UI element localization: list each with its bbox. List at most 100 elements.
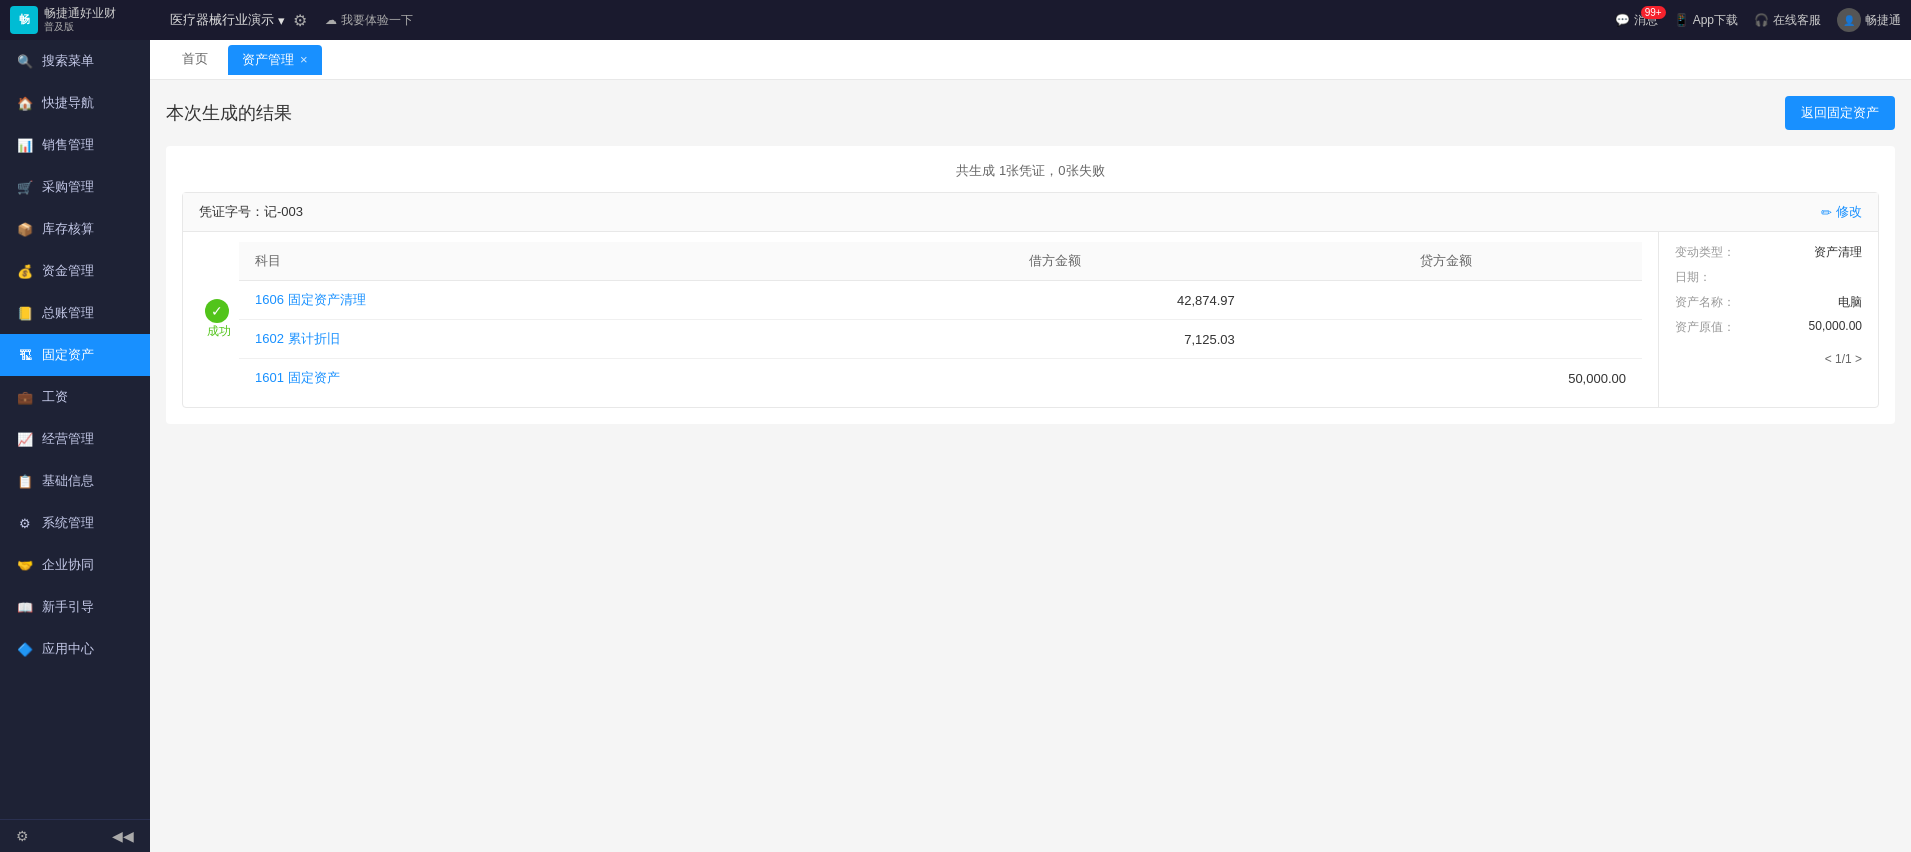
sidebar-item-label-sales: 销售管理 bbox=[42, 136, 94, 154]
sidebar-item-label-quicknav: 快捷导航 bbox=[42, 94, 94, 112]
sidebar-item-fund[interactable]: 💰 资金管理 bbox=[0, 250, 150, 292]
avatar: 👤 bbox=[1837, 8, 1861, 32]
change-type-label: 变动类型： bbox=[1675, 244, 1735, 261]
debit-cell: 42,874.97 bbox=[860, 281, 1251, 320]
col-debit: 借方金额 bbox=[860, 242, 1251, 281]
sidebar-item-search[interactable]: 🔍 搜索菜单 bbox=[0, 40, 150, 82]
dropdown-icon: ▾ bbox=[278, 13, 285, 28]
sidebar-item-label-fund: 资金管理 bbox=[42, 262, 94, 280]
subject-cell[interactable]: 1602 累计折旧 bbox=[239, 320, 860, 359]
app-download-button[interactable]: 📱 App下载 bbox=[1674, 12, 1738, 29]
credit-cell bbox=[1251, 281, 1642, 320]
pagination-text: < 1/1 > bbox=[1825, 352, 1862, 366]
sidebar-item-purchase[interactable]: 🛒 采购管理 bbox=[0, 166, 150, 208]
company-selector[interactable]: 医疗器械行业演示 ▾ bbox=[170, 11, 285, 29]
fixed-icon: 🏗 bbox=[16, 346, 34, 364]
sidebar-item-inventory[interactable]: 📦 库存核算 bbox=[0, 208, 150, 250]
subject-cell[interactable]: 1606 固定资产清理 bbox=[239, 281, 860, 320]
sidebar-item-label-purchase: 采购管理 bbox=[42, 178, 94, 196]
sidebar-item-quicknav[interactable]: 🏠 快捷导航 bbox=[0, 82, 150, 124]
table-row: 1601 固定资产 50,000.00 bbox=[239, 359, 1642, 398]
sidebar-item-label-inventory: 库存核算 bbox=[42, 220, 94, 238]
tab-asset-management[interactable]: 资产管理 × bbox=[228, 45, 322, 75]
asset-name-value: 电脑 bbox=[1838, 294, 1862, 311]
sidebar: 🔍 搜索菜单 🏠 快捷导航 📊 销售管理 🛒 采购管理 📦 库存核算 💰 资金管… bbox=[0, 40, 150, 852]
back-button[interactable]: 返回固定资产 bbox=[1785, 96, 1895, 130]
date-row: 日期： bbox=[1675, 269, 1862, 286]
message-icon: 💬 bbox=[1615, 13, 1630, 27]
sidebar-item-fixed[interactable]: 🏗 固定资产 bbox=[0, 334, 150, 376]
topbar: 畅 畅捷通好业财 普及版 医疗器械行业演示 ▾ ⚙ ☁ 我要体验一下 💬 消息 … bbox=[0, 0, 1911, 40]
tab-home[interactable]: 首页 bbox=[166, 40, 224, 80]
main-layout: 🔍 搜索菜单 🏠 快捷导航 📊 销售管理 🛒 采购管理 📦 库存核算 💰 资金管… bbox=[0, 40, 1911, 852]
page-content: 本次生成的结果 返回固定资产 共生成 1张凭证，0张失败 凭证字号：记-003 … bbox=[150, 80, 1911, 852]
col-subject: 科目 bbox=[239, 242, 860, 281]
content-area: 首页 资产管理 × 本次生成的结果 返回固定资产 共生成 1张凭证，0张失败 bbox=[150, 40, 1911, 852]
system-icon: ⚙ bbox=[16, 514, 34, 532]
edit-label: 修改 bbox=[1836, 203, 1862, 221]
message-badge: 99+ bbox=[1641, 6, 1666, 19]
voucher-table: 科目 借方金额 贷方金额 1606 固定资产清理 42,874.97 1602 … bbox=[239, 242, 1642, 397]
enterprise-icon: 🤝 bbox=[16, 556, 34, 574]
user-menu[interactable]: 👤 畅捷通 bbox=[1837, 8, 1901, 32]
sidebar-item-label-payroll: 工资 bbox=[42, 388, 68, 406]
sidebar-item-ledger[interactable]: 📒 总账管理 bbox=[0, 292, 150, 334]
sidebar-item-label-fixed: 固定资产 bbox=[42, 346, 94, 364]
topbar-right: 💬 消息 99+ 📱 App下载 🎧 在线客服 👤 畅捷通 bbox=[1615, 8, 1901, 32]
sidebar-item-label-guide: 新手引导 bbox=[42, 598, 94, 616]
date-label: 日期： bbox=[1675, 269, 1711, 286]
topbar-center: 医疗器械行业演示 ▾ ⚙ ☁ 我要体验一下 bbox=[160, 11, 1615, 30]
settings-footer-icon[interactable]: ⚙ bbox=[16, 828, 29, 844]
collapse-icon[interactable]: ◀◀ bbox=[112, 828, 134, 844]
sidebar-item-label-enterprise: 企业协同 bbox=[42, 556, 94, 574]
service-button[interactable]: 🎧 在线客服 bbox=[1754, 12, 1821, 29]
table-row: 1606 固定资产清理 42,874.97 bbox=[239, 281, 1642, 320]
change-type-value: 资产清理 bbox=[1814, 244, 1862, 261]
sidebar-item-apps[interactable]: 🔷 应用中心 bbox=[0, 628, 150, 670]
success-label: 成功 bbox=[207, 323, 231, 340]
success-icon: ✓ bbox=[205, 299, 229, 323]
tab-active-label: 资产管理 bbox=[242, 51, 294, 69]
basic-icon: 📋 bbox=[16, 472, 34, 490]
subject-cell[interactable]: 1601 固定资产 bbox=[239, 359, 860, 398]
result-summary: 共生成 1张凭证，0张失败 bbox=[182, 162, 1879, 180]
credit-cell bbox=[1251, 320, 1642, 359]
sidebar-item-label-search: 搜索菜单 bbox=[42, 52, 94, 70]
sidebar-item-label-basic: 基础信息 bbox=[42, 472, 94, 490]
debit-cell: 7,125.03 bbox=[860, 320, 1251, 359]
asset-name-row: 资产名称： 电脑 bbox=[1675, 294, 1862, 311]
sidebar-item-payroll[interactable]: 💼 工资 bbox=[0, 376, 150, 418]
sidebar-item-enterprise[interactable]: 🤝 企业协同 bbox=[0, 544, 150, 586]
sidebar-item-guide[interactable]: 📖 新手引导 bbox=[0, 586, 150, 628]
voucher-number: 凭证字号：记-003 bbox=[199, 203, 303, 221]
message-button[interactable]: 💬 消息 99+ bbox=[1615, 12, 1658, 29]
col-credit: 贷方金额 bbox=[1251, 242, 1642, 281]
try-button[interactable]: ☁ 我要体验一下 bbox=[325, 12, 413, 29]
logo-text: 畅捷通好业财 bbox=[44, 6, 116, 20]
original-value-row: 资产原值： 50,000.00 bbox=[1675, 319, 1862, 336]
sidebar-item-operations[interactable]: 📈 经营管理 bbox=[0, 418, 150, 460]
tab-close-button[interactable]: × bbox=[300, 52, 308, 67]
settings-icon[interactable]: ⚙ bbox=[293, 11, 307, 30]
sidebar-item-label-operations: 经营管理 bbox=[42, 430, 94, 448]
quicknav-icon: 🏠 bbox=[16, 94, 34, 112]
operations-icon: 📈 bbox=[16, 430, 34, 448]
sidebar-item-system[interactable]: ⚙ 系统管理 bbox=[0, 502, 150, 544]
sales-icon: 📊 bbox=[16, 136, 34, 154]
edit-button[interactable]: ✏ 修改 bbox=[1821, 203, 1862, 221]
voucher-right: 变动类型： 资产清理 日期： 资产名称： 电脑 bbox=[1658, 232, 1878, 407]
credit-cell: 50,000.00 bbox=[1251, 359, 1642, 398]
sidebar-item-basic[interactable]: 📋 基础信息 bbox=[0, 460, 150, 502]
username: 畅捷通 bbox=[1865, 12, 1901, 29]
service-label: 在线客服 bbox=[1773, 12, 1821, 29]
payroll-icon: 💼 bbox=[16, 388, 34, 406]
change-type-row: 变动类型： 资产清理 bbox=[1675, 244, 1862, 261]
sidebar-item-label-ledger: 总账管理 bbox=[42, 304, 94, 322]
table-row: 1602 累计折旧 7,125.03 bbox=[239, 320, 1642, 359]
pagination[interactable]: < 1/1 > bbox=[1675, 344, 1862, 366]
voucher-header: 凭证字号：记-003 ✏ 修改 bbox=[183, 193, 1878, 232]
voucher-left: ✓ 成功 科目 借方金额 贷方金额 bbox=[183, 232, 1658, 407]
original-value-label: 资产原值： bbox=[1675, 319, 1735, 336]
tabbar: 首页 资产管理 × bbox=[150, 40, 1911, 80]
sidebar-item-sales[interactable]: 📊 销售管理 bbox=[0, 124, 150, 166]
